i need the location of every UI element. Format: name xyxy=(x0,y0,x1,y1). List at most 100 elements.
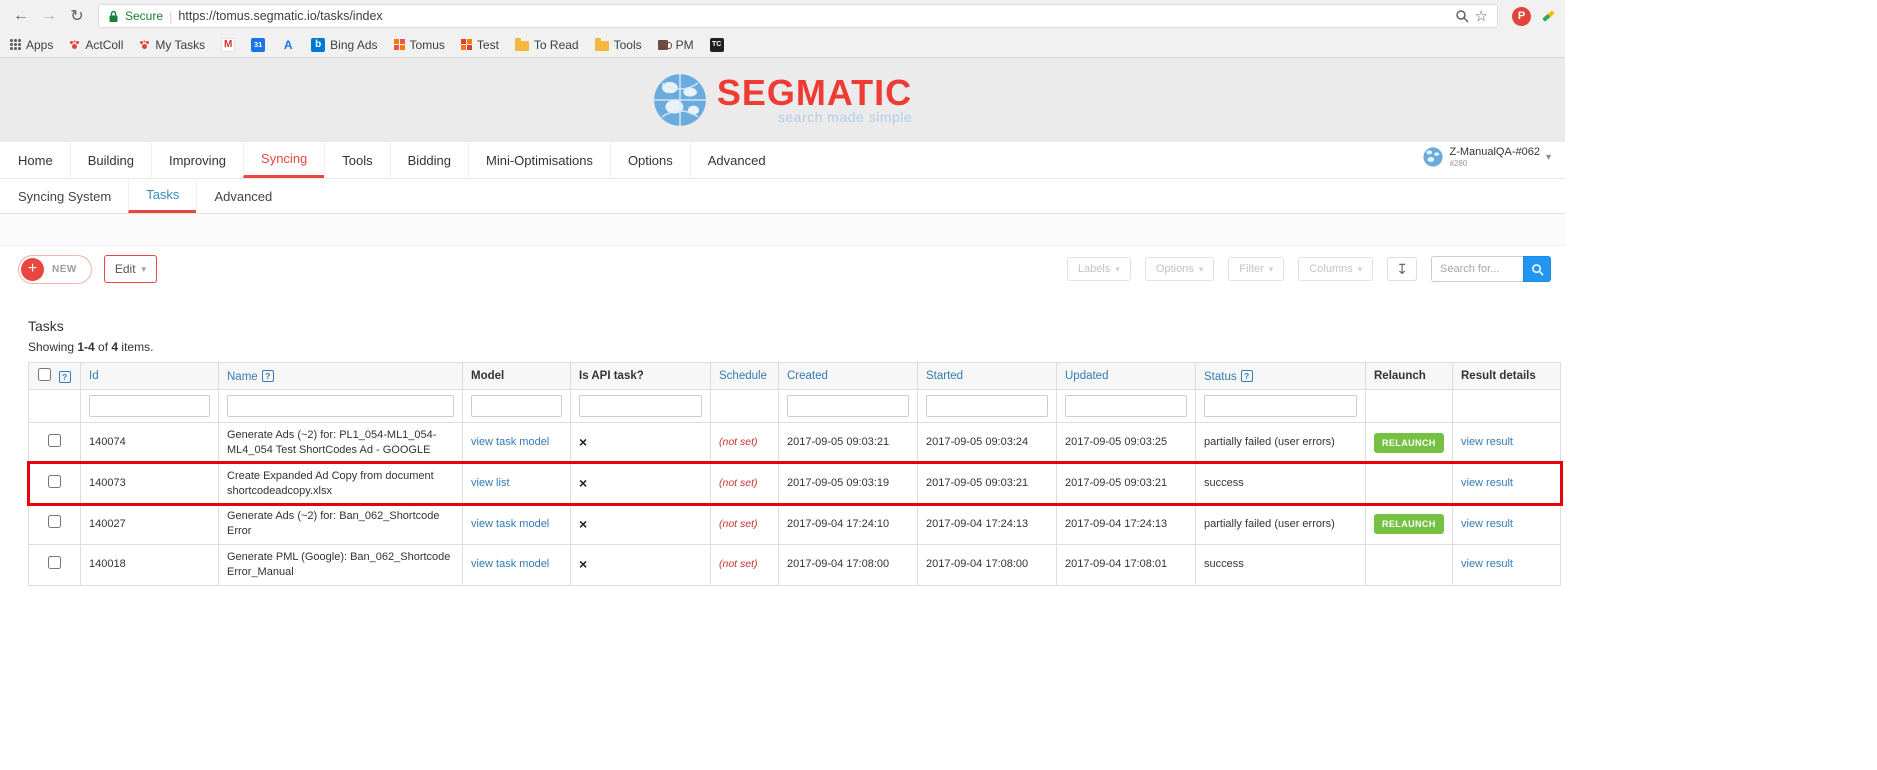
labels-dropdown-button[interactable]: Labels ▾ xyxy=(1066,257,1131,281)
new-button[interactable]: + NEW xyxy=(18,254,92,284)
filter-input-started[interactable] xyxy=(926,395,1048,417)
bookmark-calendar[interactable]: 31 xyxy=(251,37,266,52)
chevron-down-icon: ▾ xyxy=(1545,151,1551,163)
column-header-started[interactable]: Started xyxy=(926,370,963,382)
row-checkbox[interactable] xyxy=(48,474,61,488)
schedule-value: (not set) xyxy=(719,517,758,530)
bookmark-tools[interactable]: Tools xyxy=(594,37,642,52)
filter-input-is-api-task[interactable] xyxy=(579,395,702,417)
bookmark-star-icon[interactable]: ☆ xyxy=(1475,9,1488,24)
edit-dropdown-button[interactable]: Edit ▾ xyxy=(103,255,158,283)
view-task-model-link[interactable]: view task model xyxy=(471,558,549,570)
filter-input-created[interactable] xyxy=(787,395,909,417)
user-avatar xyxy=(1423,147,1444,167)
select-all-checkbox[interactable] xyxy=(38,368,52,381)
cross-icon: × xyxy=(579,475,588,492)
folder-icon xyxy=(514,38,529,51)
filter-input-name[interactable] xyxy=(227,395,454,417)
filter-dropdown-button[interactable]: Filter ▾ xyxy=(1228,257,1285,281)
view-task-model-link[interactable]: view task model xyxy=(471,518,549,530)
omnibox-separator: | xyxy=(169,8,173,24)
nav-item-building[interactable]: Building xyxy=(69,142,151,178)
back-icon: ← xyxy=(13,7,29,24)
relaunch-button[interactable]: RELAUNCH xyxy=(1374,514,1444,535)
back-button[interactable]: ← xyxy=(8,3,34,29)
task-id: 140073 xyxy=(80,462,219,505)
filter-input-updated[interactable] xyxy=(1065,395,1187,417)
updated-value: 2017-09-04 17:24:13 xyxy=(1056,503,1196,546)
row-checkbox[interactable] xyxy=(48,555,61,569)
view-result-link[interactable]: view result xyxy=(1461,477,1513,489)
paw-icon xyxy=(139,39,150,50)
bookmark-actcoll[interactable]: ActColl xyxy=(69,38,123,52)
forward-button[interactable]: → xyxy=(36,3,62,29)
chevron-down-icon: ▾ xyxy=(1198,263,1204,274)
lock-icon xyxy=(108,10,119,23)
bookmark-apps[interactable]: Apps xyxy=(10,38,53,52)
refresh-button[interactable]: ↻ xyxy=(64,3,90,29)
bookmark-test[interactable]: Test xyxy=(460,38,499,52)
nav-item-improving[interactable]: Improving xyxy=(150,142,243,178)
zoom-icon[interactable] xyxy=(1455,9,1469,23)
column-header-schedule[interactable]: Schedule xyxy=(719,370,767,382)
spacer-band xyxy=(0,214,1565,246)
extension-p-icon[interactable]: P xyxy=(1512,6,1531,26)
column-header-result-details: Result details xyxy=(1452,362,1561,390)
nav-item-bidding[interactable]: Bidding xyxy=(389,142,468,178)
bookmarks-bar: Apps ActColl My Tasks M 31 A b Bing Ads xyxy=(0,32,1565,58)
columns-dropdown-button[interactable]: Columns ▾ xyxy=(1298,257,1374,281)
row-checkbox[interactable] xyxy=(48,433,61,447)
help-icon[interactable]: ? xyxy=(58,371,71,383)
bookmark-tomus[interactable]: Tomus xyxy=(393,38,445,52)
schedule-value: (not set) xyxy=(719,477,758,490)
bookmark-my-tasks[interactable]: My Tasks xyxy=(139,38,205,52)
nav-item-advanced[interactable]: Advanced xyxy=(689,142,783,178)
user-menu[interactable]: Z-ManualQA-#062 #280 ▾ xyxy=(1423,146,1551,169)
nav-item-options[interactable]: Options xyxy=(609,142,690,178)
download-button[interactable]: ↧ xyxy=(1387,256,1417,282)
content-area: Tasks Showing 1-4 of 4 items. ? Id Name?… xyxy=(0,318,1565,586)
view-result-link[interactable]: view result xyxy=(1461,436,1513,448)
search-button[interactable] xyxy=(1523,256,1551,282)
bookmark-label: Tools xyxy=(613,37,642,52)
view-list-link[interactable]: view list xyxy=(471,477,510,489)
address-bar[interactable]: Secure | https://tomus.segmatic.io/tasks… xyxy=(98,4,1498,28)
folder-icon xyxy=(594,38,609,51)
search-input[interactable] xyxy=(1431,256,1523,282)
bookmark-tc[interactable]: TC xyxy=(709,37,724,52)
nav-item-mini-optimisations[interactable]: Mini-Optimisations xyxy=(468,142,610,178)
updated-value: 2017-09-05 09:03:21 xyxy=(1056,462,1196,505)
filter-input-status[interactable] xyxy=(1204,395,1357,417)
bookmark-gmail[interactable]: M xyxy=(221,37,236,52)
nav-item-tools[interactable]: Tools xyxy=(324,142,389,178)
options-dropdown-button[interactable]: Options ▾ xyxy=(1144,257,1215,281)
extension-pencil-icon[interactable] xyxy=(1541,8,1557,24)
help-icon[interactable]: ? xyxy=(261,369,274,382)
column-header-id[interactable]: Id xyxy=(89,370,99,382)
row-checkbox[interactable] xyxy=(48,515,61,529)
filter-input-id[interactable] xyxy=(89,395,210,417)
view-result-link[interactable]: view result xyxy=(1461,558,1513,570)
column-header-created[interactable]: Created xyxy=(787,370,828,382)
view-result-link[interactable]: view result xyxy=(1461,518,1513,530)
subnav-item-tasks[interactable]: Tasks xyxy=(128,179,197,213)
bookmark-pm[interactable]: PM xyxy=(657,38,694,52)
summary-text: items. xyxy=(118,340,154,354)
help-icon[interactable]: ? xyxy=(1240,369,1253,382)
labels-button-label: Labels xyxy=(1077,263,1111,275)
download-icon: ↧ xyxy=(1396,260,1408,277)
bookmark-bing-ads[interactable]: b Bing Ads xyxy=(311,37,378,52)
nav-item-syncing[interactable]: Syncing xyxy=(243,142,325,178)
bookmark-to-read[interactable]: To Read xyxy=(514,38,579,52)
column-header-name[interactable]: Name xyxy=(227,371,258,383)
bookmark-a[interactable]: A xyxy=(281,38,295,52)
filter-input-model[interactable] xyxy=(471,395,562,417)
view-task-model-link[interactable]: view task model xyxy=(471,436,549,448)
filter-button-label: Filter xyxy=(1239,263,1264,275)
column-header-status[interactable]: Status xyxy=(1204,371,1237,383)
column-header-updated[interactable]: Updated xyxy=(1065,370,1108,382)
nav-item-home[interactable]: Home xyxy=(0,142,70,178)
relaunch-button[interactable]: RELAUNCH xyxy=(1374,432,1444,453)
subnav-item-advanced[interactable]: Advanced xyxy=(196,179,289,213)
subnav-item-syncing-system[interactable]: Syncing System xyxy=(0,179,128,213)
